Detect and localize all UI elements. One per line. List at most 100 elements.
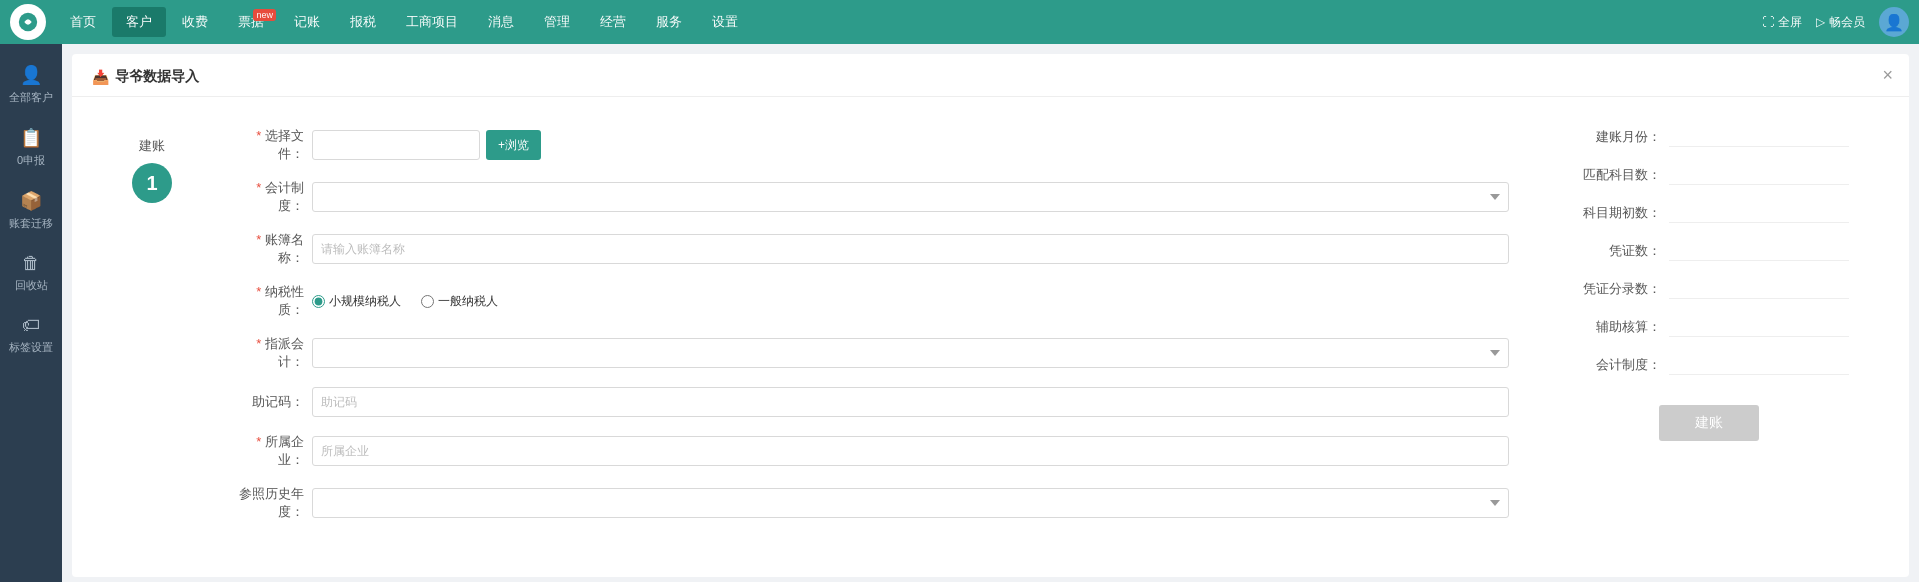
- sidebar-icon-账套迁移: 📦: [20, 190, 42, 212]
- nav-item-管理[interactable]: 管理: [530, 7, 584, 37]
- right-accounting-system-value: [1669, 355, 1849, 375]
- voucher-entries-label: 凭证分录数：: [1569, 280, 1669, 298]
- voucher-entries-value: [1669, 279, 1849, 299]
- sidebar-item-全部客户[interactable]: 👤 全部客户: [2, 54, 60, 115]
- sidebar-label-标签设置: 标签设置: [9, 340, 53, 355]
- subject-initial-label: 科目期初数：: [1569, 204, 1669, 222]
- general-taxpayer-label: 一般纳税人: [438, 293, 498, 310]
- build-account-button[interactable]: 建账: [1659, 405, 1759, 441]
- fullscreen-label: 全屏: [1778, 14, 1802, 31]
- nav-item-消息[interactable]: 消息: [474, 7, 528, 37]
- member-button[interactable]: ▷ 畅会员: [1816, 14, 1865, 31]
- file-row: 选择文件： +浏览: [232, 127, 1509, 163]
- auxiliary-row: 辅助核算：: [1569, 317, 1849, 337]
- member-label: 畅会员: [1829, 14, 1865, 31]
- assign-accountant-row: 指派会计：: [232, 335, 1509, 371]
- company-label: 所属企业：: [232, 433, 312, 469]
- nav-item-记账[interactable]: 记账: [280, 7, 334, 37]
- panel-title: 导爷数据导入: [115, 68, 199, 86]
- company-input[interactable]: [312, 436, 1509, 466]
- file-input-group: +浏览: [312, 130, 541, 160]
- panel-close-button[interactable]: ×: [1882, 66, 1893, 84]
- match-subjects-row: 匹配科目数：: [1569, 165, 1849, 185]
- right-accounting-system-row: 会计制度：: [1569, 355, 1849, 375]
- file-input[interactable]: [312, 130, 480, 160]
- subject-initial-row: 科目期初数：: [1569, 203, 1849, 223]
- sidebar: 👤 全部客户 📋0申报 📦 账套迁移 🗑回收站 🏷 标签设置: [0, 44, 62, 582]
- step-section: 建账 1: [132, 127, 172, 537]
- fullscreen-button[interactable]: ⛶ 全屏: [1762, 14, 1802, 31]
- accounting-system-row: 会计制度：: [232, 179, 1509, 215]
- assign-accountant-select[interactable]: [312, 338, 1509, 368]
- left-form: 选择文件： +浏览 会计制度：: [232, 127, 1509, 537]
- voucher-count-row: 凭证数：: [1569, 241, 1849, 261]
- nav-item-报税[interactable]: 报税: [336, 7, 390, 37]
- fullscreen-icon: ⛶: [1762, 15, 1774, 29]
- nav-item-收费[interactable]: 收费: [168, 7, 222, 37]
- history-year-label: 参照历史年度：: [232, 485, 312, 521]
- sidebar-item-0申报[interactable]: 📋0申报: [2, 117, 60, 178]
- sidebar-label-全部客户: 全部客户: [9, 90, 53, 105]
- voucher-count-label: 凭证数：: [1569, 242, 1669, 260]
- sidebar-item-账套迁移[interactable]: 📦 账套迁移: [2, 180, 60, 241]
- tax-type-radio-group: 小规模纳税人 一般纳税人: [312, 293, 1509, 310]
- mnemonic-input[interactable]: [312, 387, 1509, 417]
- right-info: 建账月份： 匹配科目数： 科目期初数： 凭证数：: [1569, 127, 1849, 537]
- history-year-select[interactable]: [312, 488, 1509, 518]
- nav-right: ⛶ 全屏 ▷ 畅会员 👤: [1762, 7, 1909, 37]
- form-wrapper: 建账 1 选择文件： +浏览 会计制度：: [72, 97, 1909, 557]
- small-taxpayer-radio[interactable]: [312, 295, 325, 308]
- match-subjects-value: [1669, 165, 1849, 185]
- step-circle: 1: [132, 163, 172, 203]
- history-year-row: 参照历史年度：: [232, 485, 1509, 521]
- sidebar-item-回收站[interactable]: 🗑回收站: [2, 243, 60, 303]
- company-row: 所属企业：: [232, 433, 1509, 469]
- ledger-name-row: 账簿名称：: [232, 231, 1509, 267]
- small-taxpayer-label: 小规模纳税人: [329, 293, 401, 310]
- panel-header: 📥 导爷数据导入: [72, 54, 1909, 97]
- small-taxpayer-option[interactable]: 小规模纳税人: [312, 293, 401, 310]
- sidebar-label-账套迁移: 账套迁移: [9, 216, 53, 231]
- sidebar-label-回收站: 回收站: [15, 278, 48, 293]
- user-avatar[interactable]: 👤: [1879, 7, 1909, 37]
- ledger-name-label: 账簿名称：: [232, 231, 312, 267]
- nav-item-工商项目[interactable]: 工商项目: [392, 7, 472, 37]
- right-accounting-system-label: 会计制度：: [1569, 356, 1669, 374]
- sidebar-icon-全部客户: 👤: [20, 64, 42, 86]
- voucher-entries-row: 凭证分录数：: [1569, 279, 1849, 299]
- sidebar-item-标签设置[interactable]: 🏷 标签设置: [2, 305, 60, 365]
- auxiliary-value: [1669, 317, 1849, 337]
- general-taxpayer-option[interactable]: 一般纳税人: [421, 293, 498, 310]
- nav-item-设置[interactable]: 设置: [698, 7, 752, 37]
- voucher-count-value: [1669, 241, 1849, 261]
- nav-item-客户[interactable]: 客户: [112, 7, 166, 37]
- nav-item-服务[interactable]: 服务: [642, 7, 696, 37]
- nav-item-首页[interactable]: 首页: [56, 7, 110, 37]
- tax-type-label: 纳税性质：: [232, 283, 312, 319]
- tax-type-row: 纳税性质： 小规模纳税人 一般纳税人: [232, 283, 1509, 319]
- app-logo: [10, 4, 46, 40]
- build-month-row: 建账月份：: [1569, 127, 1849, 147]
- file-label: 选择文件：: [232, 127, 312, 163]
- play-icon: ▷: [1816, 15, 1825, 29]
- top-nav: 首页客户收费票据new记账报税工商项目消息管理经营服务设置 ⛶ 全屏 ▷ 畅会员…: [0, 0, 1919, 44]
- browse-button[interactable]: +浏览: [486, 130, 541, 160]
- mnemonic-row: 助记码：: [232, 387, 1509, 417]
- build-month-label: 建账月份：: [1569, 128, 1669, 146]
- sidebar-icon-0申报: 📋: [20, 127, 42, 149]
- general-taxpayer-radio[interactable]: [421, 295, 434, 308]
- accounting-system-select[interactable]: [312, 182, 1509, 212]
- nav-item-票据[interactable]: 票据new: [224, 7, 278, 37]
- accounting-system-label: 会计制度：: [232, 179, 312, 215]
- build-month-value: [1669, 127, 1849, 147]
- subject-initial-value: [1669, 203, 1849, 223]
- nav-item-经营[interactable]: 经营: [586, 7, 640, 37]
- ledger-name-input[interactable]: [312, 234, 1509, 264]
- app-layout: 👤 全部客户 📋0申报 📦 账套迁移 🗑回收站 🏷 标签设置 📥 导爷数据导入 × 建账 1: [0, 44, 1919, 582]
- auxiliary-label: 辅助核算：: [1569, 318, 1669, 336]
- main-content: 📥 导爷数据导入 × 建账 1 选择文件： +浏览: [62, 44, 1919, 582]
- panel: 📥 导爷数据导入 × 建账 1 选择文件： +浏览: [72, 54, 1909, 577]
- panel-header-icon: 📥: [92, 69, 109, 85]
- sidebar-icon-标签设置: 🏷: [22, 315, 40, 336]
- nav-badge-票据: new: [253, 9, 276, 21]
